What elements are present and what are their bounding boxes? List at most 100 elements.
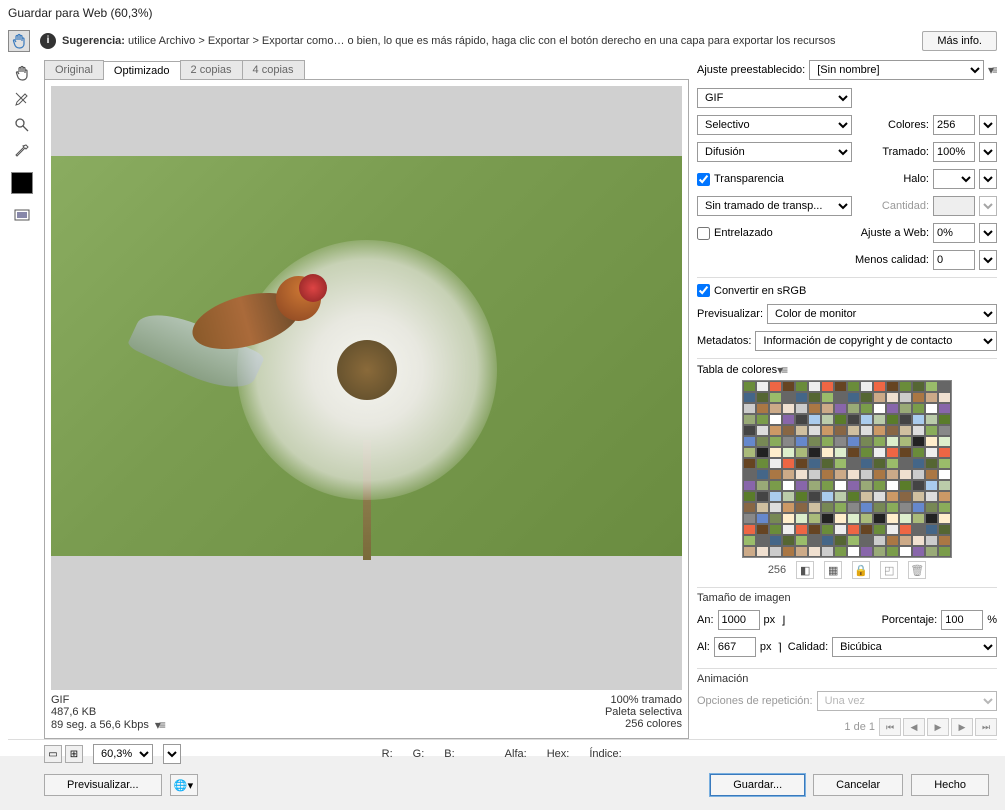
width-label: An:: [697, 614, 714, 626]
height-input[interactable]: [714, 637, 756, 657]
download-speed-menu-icon[interactable]: ▾≡: [155, 718, 164, 732]
colors-label: Colores:: [888, 119, 929, 131]
dither-stepper[interactable]: [979, 142, 997, 162]
preview-select[interactable]: Color de monitor: [767, 304, 997, 324]
save-button[interactable]: Guardar...: [710, 774, 805, 796]
dither-input[interactable]: [933, 142, 975, 162]
preview-image[interactable]: [51, 86, 682, 690]
tab-4up[interactable]: 4 copias: [242, 60, 305, 79]
frame-info: 1 de 1: [844, 721, 875, 733]
image-size-title: Tamaño de imagen: [697, 587, 997, 604]
hand-tool[interactable]: [11, 62, 33, 84]
more-info-button[interactable]: Más info.: [922, 31, 997, 51]
readout-g: G:: [413, 748, 425, 760]
interlaced-checkbox[interactable]: [697, 227, 710, 240]
transparency-checkbox[interactable]: [697, 173, 710, 186]
matte-stepper[interactable]: [979, 169, 997, 189]
zoom-tool[interactable]: [11, 114, 33, 136]
websnap-input[interactable]: [933, 223, 975, 243]
amount-input: [933, 196, 975, 216]
color-table-menu-icon[interactable]: ▾≡: [777, 363, 786, 377]
percent-label: Porcentaje:: [882, 614, 938, 626]
info-colors: 256 colores: [605, 718, 682, 730]
info-format: GIF: [51, 694, 164, 706]
foreground-color-swatch[interactable]: [11, 172, 33, 194]
anim-play-icon: ▶: [927, 718, 949, 736]
preset-menu-icon[interactable]: ▾≡: [988, 63, 997, 77]
lossy-input[interactable]: [933, 250, 975, 270]
browser-preview-button[interactable]: 🌐▾: [170, 774, 198, 796]
ct-new-icon: ◰: [880, 561, 898, 579]
window-title: Guardar para Web (60,3%): [0, 0, 1005, 26]
ct-cube-icon[interactable]: ◧: [796, 561, 814, 579]
width-input[interactable]: [718, 610, 760, 630]
loop-label: Opciones de repetición:: [697, 695, 813, 707]
quality-label: Calidad:: [788, 641, 828, 653]
view-single-icon[interactable]: ▭: [44, 745, 62, 763]
metadata-label: Metadatos:: [697, 335, 751, 347]
anim-next-icon: ▶: [951, 718, 973, 736]
px-label: px: [764, 614, 776, 626]
preset-select[interactable]: [Sin nombre]: [809, 60, 984, 80]
tab-2up[interactable]: 2 copias: [180, 60, 243, 79]
quality-select[interactable]: Bicúbica: [832, 637, 997, 657]
info-time: 89 seg. a 56,6 Kbps: [51, 719, 149, 731]
interlaced-label: Entrelazado: [714, 227, 773, 239]
metadata-select[interactable]: Información de copyright y de contacto: [755, 331, 997, 351]
amount-stepper: [979, 196, 997, 216]
hand-tool-icon-top[interactable]: [8, 30, 30, 52]
readout-r: R:: [382, 748, 393, 760]
ct-trash-icon: 🗑: [908, 561, 926, 579]
color-table-grid[interactable]: [742, 380, 952, 558]
zoom-stepper[interactable]: [163, 744, 181, 764]
preview-label: Previsualizar:: [697, 308, 763, 320]
dither-label: Tramado:: [882, 146, 929, 158]
hint-text: Sugerencia: utilice Archivo > Exportar >…: [62, 35, 916, 47]
websnap-stepper[interactable]: [979, 223, 997, 243]
percent-unit: %: [987, 614, 997, 626]
slice-visibility-toggle[interactable]: [11, 204, 33, 226]
matte-label: Halo:: [903, 173, 929, 185]
anim-first-icon: ⏮: [879, 718, 901, 736]
colors-stepper[interactable]: [979, 115, 997, 135]
preset-label: Ajuste preestablecido:: [697, 64, 805, 76]
ct-transparent-icon[interactable]: ▦: [824, 561, 842, 579]
link-icon[interactable]: ⌋: [781, 614, 785, 627]
anim-last-icon: ⏭: [975, 718, 997, 736]
trans-dither-select[interactable]: Sin tramado de transp...: [697, 196, 852, 216]
loop-select: Una vez: [817, 691, 997, 711]
srgb-checkbox[interactable]: [697, 284, 710, 297]
srgb-label: Convertir en sRGB: [714, 285, 806, 297]
colors-input[interactable]: [933, 115, 975, 135]
info-dither: 100% tramado: [605, 694, 682, 706]
preview-button[interactable]: Previsualizar...: [44, 774, 162, 796]
readout-b: B:: [444, 748, 454, 760]
readout-index: Índice:: [589, 748, 621, 760]
info-palette: Paleta selectiva: [605, 706, 682, 718]
matte-select[interactable]: [933, 169, 975, 189]
color-table-title: Tabla de colores: [697, 364, 777, 376]
percent-input[interactable]: [941, 610, 983, 630]
ct-lock-icon: 🔒: [852, 561, 870, 579]
slice-tool[interactable]: [11, 88, 33, 110]
cancel-button[interactable]: Cancelar: [813, 774, 903, 796]
lossy-label: Menos calidad:: [855, 254, 929, 266]
info-size: 487,6 KB: [51, 706, 164, 718]
info-icon: i: [40, 33, 56, 49]
eyedropper-tool[interactable]: [11, 140, 33, 162]
dither-method-select[interactable]: Difusión: [697, 142, 852, 162]
amount-label: Cantidad:: [882, 200, 929, 212]
color-count: 256: [768, 564, 786, 576]
done-button[interactable]: Hecho: [911, 774, 989, 796]
tab-optimized[interactable]: Optimizado: [103, 61, 181, 80]
view-grid-icon[interactable]: ⊞: [65, 745, 83, 763]
websnap-label: Ajuste a Web:: [861, 227, 929, 239]
anim-prev-icon: ◀: [903, 718, 925, 736]
zoom-select[interactable]: 60,3%: [93, 744, 153, 764]
lossy-stepper[interactable]: [979, 250, 997, 270]
readout-hex: Hex:: [547, 748, 570, 760]
format-select[interactable]: GIF: [697, 88, 852, 108]
tab-original[interactable]: Original: [44, 60, 104, 79]
readout-alpha: Alfa:: [505, 748, 527, 760]
reduction-select[interactable]: Selectivo: [697, 115, 852, 135]
